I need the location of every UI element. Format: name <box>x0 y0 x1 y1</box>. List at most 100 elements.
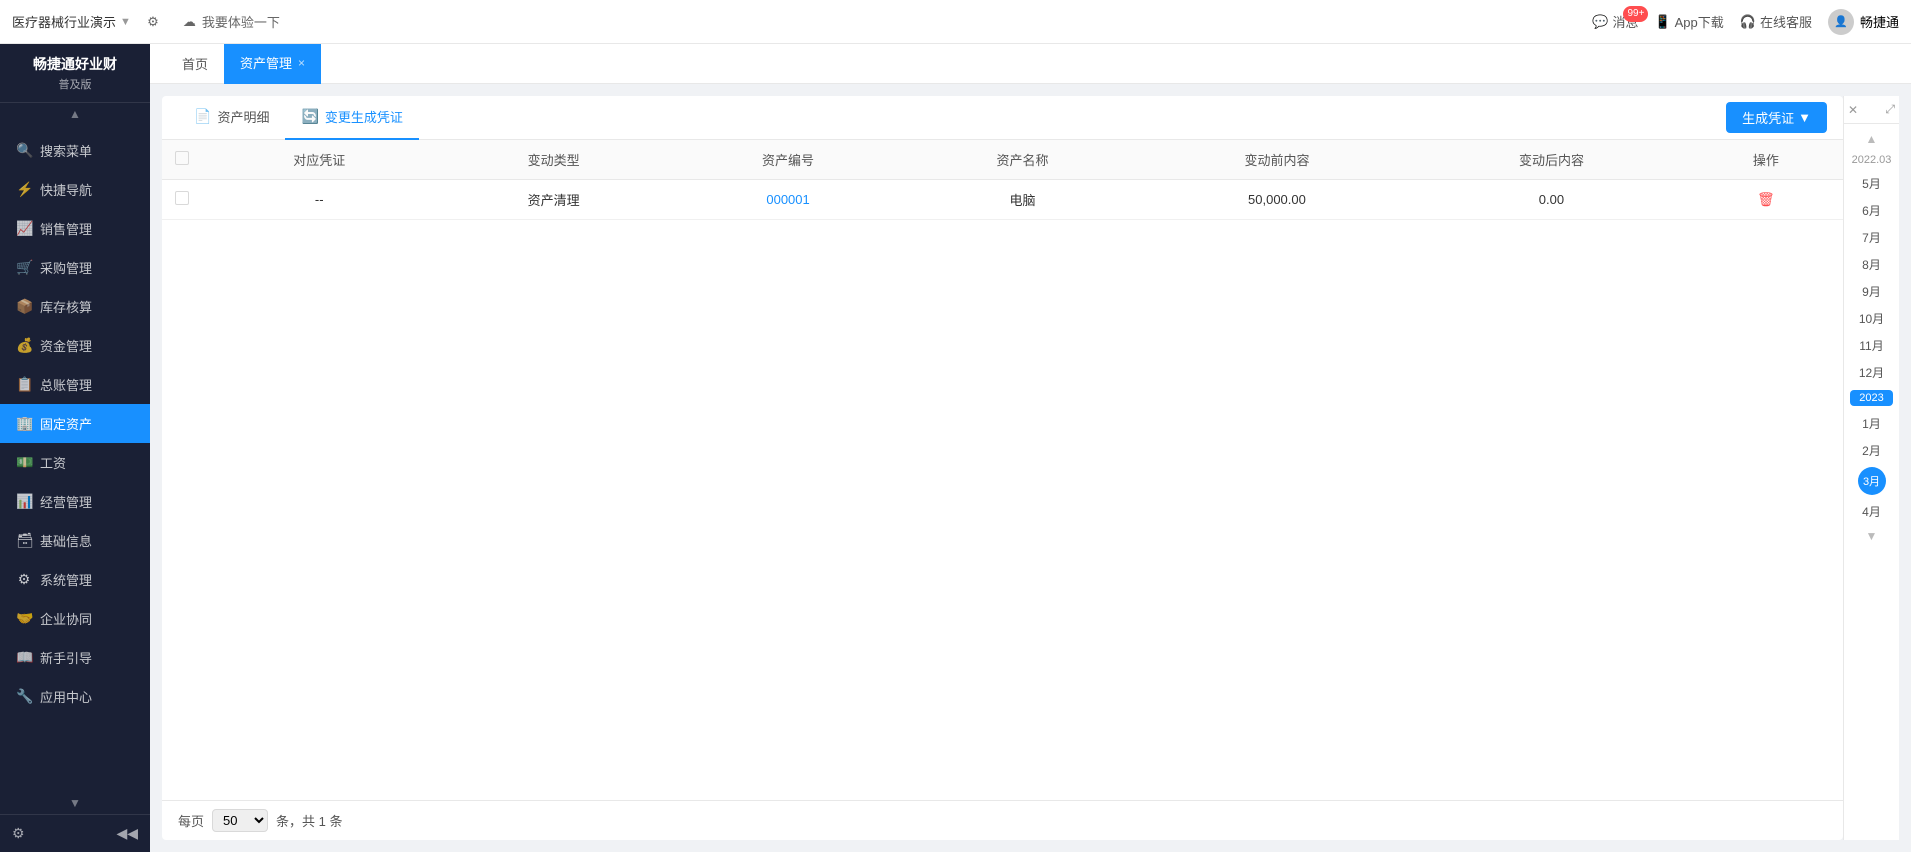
calendar-month-2023-4[interactable]: 4月 <box>1844 498 1899 525</box>
total-label: 条，共 1 条 <box>276 811 342 830</box>
cell-asset-code[interactable]: 000001 <box>671 180 905 220</box>
sidebar-item-collab[interactable]: 🤝 企业协同 <box>0 599 150 638</box>
tab-home[interactable]: 首页 <box>166 44 224 84</box>
calendar-month-8[interactable]: 8月 <box>1844 251 1899 278</box>
sidebar-item-guide[interactable]: 📖 新手引导 <box>0 638 150 677</box>
username-label: 畅捷通 <box>1860 12 1899 31</box>
user-area[interactable]: 👤 畅捷通 <box>1828 9 1899 35</box>
table-body: -- 资产清理 000001 电脑 50,000.00 0.00 🗑 <box>162 180 1843 220</box>
search-icon: 🔍 <box>16 142 32 159</box>
sidebar-item-funds[interactable]: 💰 资金管理 <box>0 326 150 365</box>
calendar-month-2023-2[interactable]: 2月 <box>1844 437 1899 464</box>
cell-after-content: 0.00 <box>1414 180 1689 220</box>
right-panel-close-button[interactable]: ✕ <box>1848 103 1858 117</box>
sidebar-scroll-down[interactable]: ▼ <box>0 792 150 814</box>
calendar-month-11[interactable]: 11月 <box>1844 332 1899 359</box>
per-page-select[interactable]: 10 20 50 100 <box>212 809 268 832</box>
sidebar-item-inventory[interactable]: 📦 库存核算 <box>0 287 150 326</box>
sidebar-item-fixed-assets[interactable]: 🏢 固定资产 <box>0 404 150 443</box>
company-name: 医疗器械行业演示 <box>12 12 116 31</box>
app-download-label: App下载 <box>1675 12 1724 31</box>
sidebar-item-label: 库存核算 <box>40 297 92 316</box>
sidebar-item-search[interactable]: 🔍 搜索菜单 <box>0 131 150 170</box>
ledger-icon: 📋 <box>16 376 32 393</box>
generate-btn-label: 生成凭证 <box>1742 108 1794 127</box>
experience-icon: ☁ <box>183 14 196 30</box>
row-checkbox-cell[interactable] <box>162 180 202 220</box>
fixed-assets-icon: 🏢 <box>16 415 32 432</box>
change-voucher-icon: 🔄 <box>301 108 318 125</box>
company-selector[interactable]: 医疗器械行业演示 ▼ <box>12 12 131 31</box>
tab-close-icon[interactable]: × <box>298 56 305 70</box>
sub-tab-change-voucher[interactable]: 🔄 变更生成凭证 <box>285 96 418 140</box>
sidebar-item-label: 企业协同 <box>40 609 92 628</box>
right-panel-expand-button[interactable]: ⤢ <box>1885 102 1895 117</box>
avatar: 👤 <box>1828 9 1854 35</box>
sidebar-item-app-center[interactable]: 🔧 应用中心 <box>0 677 150 716</box>
salary-icon: 💵 <box>16 454 32 471</box>
sidebar-logo: 畅捷通好业财 普及版 <box>0 44 150 103</box>
calendar-month-10[interactable]: 10月 <box>1844 305 1899 332</box>
message-icon: 💬 <box>1592 14 1608 30</box>
quicknav-icon: ⚡ <box>16 181 32 198</box>
sub-tab1-label: 资产明细 <box>217 107 269 126</box>
select-all-header[interactable] <box>162 140 202 180</box>
row-checkbox[interactable] <box>175 191 189 205</box>
collapse-icon[interactable]: ◀◀ <box>116 825 138 842</box>
message-badge: 99+ <box>1623 6 1648 22</box>
sidebar-item-label: 快捷导航 <box>40 180 92 199</box>
tab-asset-management[interactable]: 资产管理 × <box>224 44 321 84</box>
calendar-month-5[interactable]: 5月 <box>1844 170 1899 197</box>
chevron-down-icon: ▼ <box>120 16 131 28</box>
base-info-icon: 🗃 <box>16 532 32 549</box>
active-tab-label: 资产管理 <box>240 53 292 72</box>
sub-tab-asset-detail[interactable]: 📄 资产明细 <box>178 96 285 140</box>
collab-icon: 🤝 <box>16 610 32 627</box>
delete-icon[interactable]: 🗑 <box>1757 191 1775 207</box>
purchase-icon: 🛒 <box>16 259 32 276</box>
experience-button[interactable]: ☁ 我要体验一下 <box>175 8 288 35</box>
sidebar-item-label: 系统管理 <box>40 570 92 589</box>
online-service-action[interactable]: 🎧 在线客服 <box>1740 12 1812 31</box>
generate-voucher-button[interactable]: 生成凭证 ▼ <box>1726 102 1827 133</box>
calendar-scroll-up[interactable]: ▲ <box>1844 128 1899 150</box>
asset-detail-icon: 📄 <box>194 108 211 125</box>
sidebar-item-operation[interactable]: 📊 经营管理 <box>0 482 150 521</box>
sidebar-item-label: 经营管理 <box>40 492 92 511</box>
app-download-icon: 📱 <box>1654 14 1670 30</box>
calendar-month-7[interactable]: 7月 <box>1844 224 1899 251</box>
sidebar-item-label: 工资 <box>40 453 66 472</box>
settings-footer-icon[interactable]: ⚙ <box>12 825 25 842</box>
topbar: 医疗器械行业演示 ▼ ⚙ ☁ 我要体验一下 💬 消息 99+ 📱 App下载 🎧… <box>0 0 1911 44</box>
sidebar-item-label: 基础信息 <box>40 531 92 550</box>
sidebar-item-sales[interactable]: 📈 销售管理 <box>0 209 150 248</box>
select-all-checkbox[interactable] <box>175 151 189 165</box>
sidebar-item-salary[interactable]: 💵 工资 <box>0 443 150 482</box>
calendar-month-9[interactable]: 9月 <box>1844 278 1899 305</box>
col-voucher: 对应凭证 <box>202 140 436 180</box>
sidebar-item-ledger[interactable]: 📋 总账管理 <box>0 365 150 404</box>
sidebar-item-label: 固定资产 <box>40 414 92 433</box>
logo-sub: 普及版 <box>59 76 92 92</box>
col-asset-name: 资产名称 <box>905 140 1139 180</box>
calendar-list: ▲ 2022.03 5月 6月 7月 8月 9月 10月 11月 12月 202… <box>1844 124 1899 840</box>
col-after-content: 变动后内容 <box>1414 140 1689 180</box>
col-action: 操作 <box>1689 140 1843 180</box>
calendar-month-12[interactable]: 12月 <box>1844 359 1899 386</box>
sidebar-item-system[interactable]: ⚙ 系统管理 <box>0 560 150 599</box>
calendar-month-6[interactable]: 6月 <box>1844 197 1899 224</box>
sidebar-item-base-info[interactable]: 🗃 基础信息 <box>0 521 150 560</box>
cell-action[interactable]: 🗑 <box>1689 180 1843 220</box>
sidebar-item-purchase[interactable]: 🛒 采购管理 <box>0 248 150 287</box>
app-download-action[interactable]: 📱 App下载 <box>1654 12 1723 31</box>
sidebar-item-label: 总账管理 <box>40 375 92 394</box>
sidebar-item-label: 应用中心 <box>40 687 92 706</box>
calendar-scroll-down[interactable]: ▼ <box>1844 525 1899 547</box>
sidebar-scroll-up[interactable]: ▲ <box>0 103 150 125</box>
sub-tab-actions: 生成凭证 ▼ <box>1726 102 1827 133</box>
settings-icon[interactable]: ⚙ <box>139 8 167 36</box>
sidebar-item-quicknav[interactable]: ⚡ 快捷导航 <box>0 170 150 209</box>
calendar-month-2023-3-current[interactable]: 3月 <box>1858 467 1886 495</box>
calendar-month-2023-1[interactable]: 1月 <box>1844 410 1899 437</box>
message-action[interactable]: 💬 消息 99+ <box>1592 12 1638 31</box>
